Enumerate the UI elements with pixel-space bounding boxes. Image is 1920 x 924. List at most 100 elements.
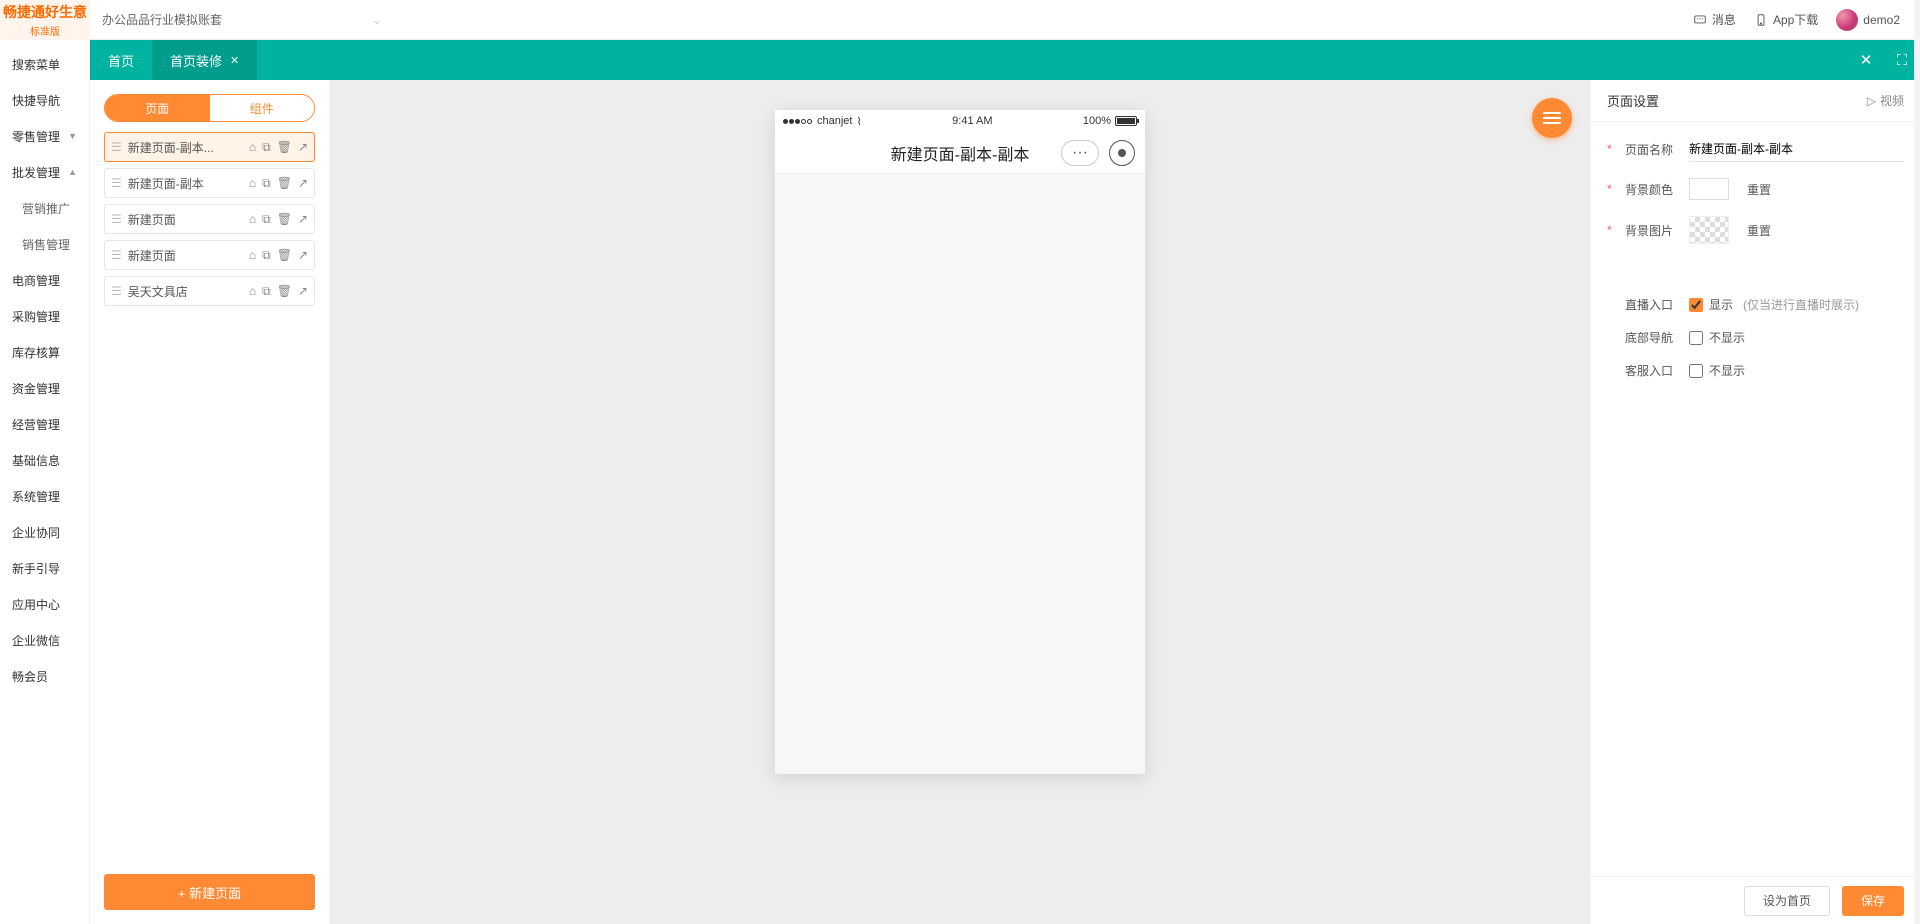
delete-icon[interactable]: 🗑 xyxy=(277,284,292,299)
menu-fab[interactable] xyxy=(1532,98,1572,138)
share-icon[interactable]: ↗ xyxy=(298,212,308,227)
page-row[interactable]: ☰ 吴天文具店 ⌂⧉🗑↗ xyxy=(104,276,315,306)
video-help-button[interactable]: ▷ 视频 xyxy=(1867,92,1904,109)
grip-icon[interactable]: ☰ xyxy=(111,248,122,262)
user-menu[interactable]: demo2 xyxy=(1836,9,1900,31)
phone-navbar: 新建页面-副本-副本 ··· xyxy=(775,132,1145,174)
scrollbar[interactable] xyxy=(1914,0,1920,924)
bg-image-reset[interactable]: 重置 xyxy=(1747,222,1771,239)
close-tab-icon[interactable]: ✕ xyxy=(230,54,239,67)
service-hide-checkbox[interactable]: 不显示 xyxy=(1689,362,1745,379)
page-row[interactable]: ☰ 新建页面 ⌂⧉🗑↗ xyxy=(104,204,315,234)
app-download-button[interactable]: App下载 xyxy=(1754,11,1818,28)
page-list: ☰ 新建页面-副本... ⌂⧉🗑↗ ☰ 新建页面-副本 ⌂⧉🗑↗ ☰ 新建页面 xyxy=(104,132,315,306)
grip-icon[interactable]: ☰ xyxy=(111,212,122,226)
tab-decorate[interactable]: 首页装修 ✕ xyxy=(152,40,257,80)
sidebar-item-appcenter[interactable]: 应用中心 xyxy=(0,586,89,622)
chevron-down-icon: ⌄ xyxy=(372,13,382,27)
segment-component[interactable]: 组件 xyxy=(210,95,315,121)
sidebar-item-member[interactable]: 畅会员 xyxy=(0,658,89,694)
home-icon[interactable]: ⌂ xyxy=(249,140,256,155)
page-row[interactable]: ☰ 新建页面-副本 ⌂⧉🗑↗ xyxy=(104,168,315,198)
copy-icon[interactable]: ⧉ xyxy=(262,176,271,191)
phone-menu-button[interactable]: ··· xyxy=(1061,140,1099,166)
page-row[interactable]: ☰ 新建页面 ⌂⧉🗑↗ xyxy=(104,240,315,270)
field-live-entry: * 直播入口 显示 (仅当进行直播时展示) xyxy=(1607,296,1904,313)
share-icon[interactable]: ↗ xyxy=(298,176,308,191)
live-show-checkbox[interactable]: 显示 xyxy=(1689,296,1733,313)
tabbar-close-button[interactable]: ✕ xyxy=(1848,40,1884,80)
set-home-button[interactable]: 设为首页 xyxy=(1744,886,1830,916)
page-name-input[interactable] xyxy=(1689,136,1904,162)
sidebar-item-inventory[interactable]: 库存核算 xyxy=(0,334,89,370)
sidebar-item-wechat[interactable]: 企业微信 xyxy=(0,622,89,658)
copy-icon[interactable]: ⧉ xyxy=(262,284,271,299)
sidebar-item-system[interactable]: 系统管理 xyxy=(0,478,89,514)
sidebar-item-funds[interactable]: 资金管理 xyxy=(0,370,89,406)
segment-control: 页面 组件 xyxy=(104,94,315,122)
home-icon[interactable]: ⌂ xyxy=(249,176,256,191)
phone-target-button[interactable] xyxy=(1109,140,1135,166)
delete-icon[interactable]: 🗑 xyxy=(277,212,292,227)
caret-down-icon: ▼ xyxy=(68,131,77,141)
save-button[interactable]: 保存 xyxy=(1842,886,1904,916)
bg-color-reset[interactable]: 重置 xyxy=(1747,181,1771,198)
messages-button[interactable]: 消息 xyxy=(1693,11,1736,28)
phone-body[interactable] xyxy=(775,174,1145,774)
field-page-name: * 页面名称 xyxy=(1607,136,1904,162)
nav-hide-checkbox[interactable]: 不显示 xyxy=(1689,329,1745,346)
home-icon[interactable]: ⌂ xyxy=(249,284,256,299)
canvas[interactable]: chanjet ⌇ 9:41 AM 100% 新建页面-副本-副本 xyxy=(330,80,1590,924)
sidebar-item-purchase[interactable]: 采购管理 xyxy=(0,298,89,334)
caret-up-icon: ▲ xyxy=(68,167,77,177)
signal-icon xyxy=(783,115,813,127)
home-icon[interactable]: ⌂ xyxy=(249,248,256,263)
sidebar-item-retail[interactable]: 零售管理▼ xyxy=(0,118,89,154)
phone-page-title: 新建页面-副本-副本 xyxy=(891,141,1030,165)
sidebar-item-ecommerce[interactable]: 电商管理 xyxy=(0,262,89,298)
share-icon[interactable]: ↗ xyxy=(298,284,308,299)
copy-icon[interactable]: ⧉ xyxy=(262,140,271,155)
sidebar-item-wholesale[interactable]: 批发管理▲ xyxy=(0,154,89,190)
phone-statusbar: chanjet ⌇ 9:41 AM 100% xyxy=(775,110,1145,132)
delete-icon[interactable]: 🗑 xyxy=(277,248,292,263)
sidebar-item-marketing[interactable]: 营销推广 xyxy=(0,190,89,226)
home-icon[interactable]: ⌂ xyxy=(249,212,256,227)
grip-icon[interactable]: ☰ xyxy=(111,284,122,298)
tabbar: 首页 首页装修 ✕ ✕ ⛶ xyxy=(90,40,1920,80)
sidebar-item-sales[interactable]: 销售管理 xyxy=(0,226,89,262)
field-bg-image: * 背景图片 重置 xyxy=(1607,216,1904,244)
field-bottom-nav: * 底部导航 不显示 xyxy=(1607,329,1904,346)
copy-icon[interactable]: ⧉ xyxy=(262,248,271,263)
segment-page[interactable]: 页面 xyxy=(105,95,210,121)
hamburger-icon xyxy=(1543,112,1561,124)
sidebar-item-collab[interactable]: 企业协同 xyxy=(0,514,89,550)
logo: 畅捷通好生意 标准版 xyxy=(0,0,90,40)
sidebar-item-operations[interactable]: 经营管理 xyxy=(0,406,89,442)
sidebar-item-guide[interactable]: 新手引导 xyxy=(0,550,89,586)
sidebar: 搜索菜单 快捷导航 零售管理▼ 批发管理▲ 营销推广 销售管理 电商管理 采购管… xyxy=(0,40,90,924)
logo-brand: 畅捷通好生意 xyxy=(3,2,87,22)
delete-icon[interactable]: 🗑 xyxy=(277,176,292,191)
message-icon xyxy=(1693,13,1707,27)
account-selector[interactable]: 办公品品行业模拟账套 ⌄ xyxy=(102,11,382,28)
delete-icon[interactable]: 🗑 xyxy=(277,140,292,155)
page-list-panel: 页面 组件 ☰ 新建页面-副本... ⌂⧉🗑↗ ☰ 新建页面-副本 ⌂⧉🗑↗ xyxy=(90,80,330,924)
topbar: 畅捷通好生意 标准版 办公品品行业模拟账套 ⌄ 消息 App下载 demo2 xyxy=(0,0,1920,40)
bg-color-swatch[interactable] xyxy=(1689,178,1729,200)
sidebar-item-search[interactable]: 搜索菜单 xyxy=(0,46,89,82)
share-icon[interactable]: ↗ xyxy=(298,140,308,155)
new-page-button[interactable]: + 新建页面 xyxy=(104,874,315,910)
sidebar-item-basicinfo[interactable]: 基础信息 xyxy=(0,442,89,478)
sidebar-item-quicknav[interactable]: 快捷导航 xyxy=(0,82,89,118)
tab-home[interactable]: 首页 xyxy=(90,40,152,80)
account-name: 办公品品行业模拟账套 xyxy=(102,11,222,28)
grip-icon[interactable]: ☰ xyxy=(111,176,122,190)
copy-icon[interactable]: ⧉ xyxy=(262,212,271,227)
share-icon[interactable]: ↗ xyxy=(298,248,308,263)
logo-edition: 标准版 xyxy=(30,23,60,38)
field-bg-color: * 背景颜色 重置 xyxy=(1607,178,1904,200)
grip-icon[interactable]: ☰ xyxy=(111,140,122,154)
bg-image-picker[interactable] xyxy=(1689,216,1729,244)
page-row[interactable]: ☰ 新建页面-副本... ⌂⧉🗑↗ xyxy=(104,132,315,162)
